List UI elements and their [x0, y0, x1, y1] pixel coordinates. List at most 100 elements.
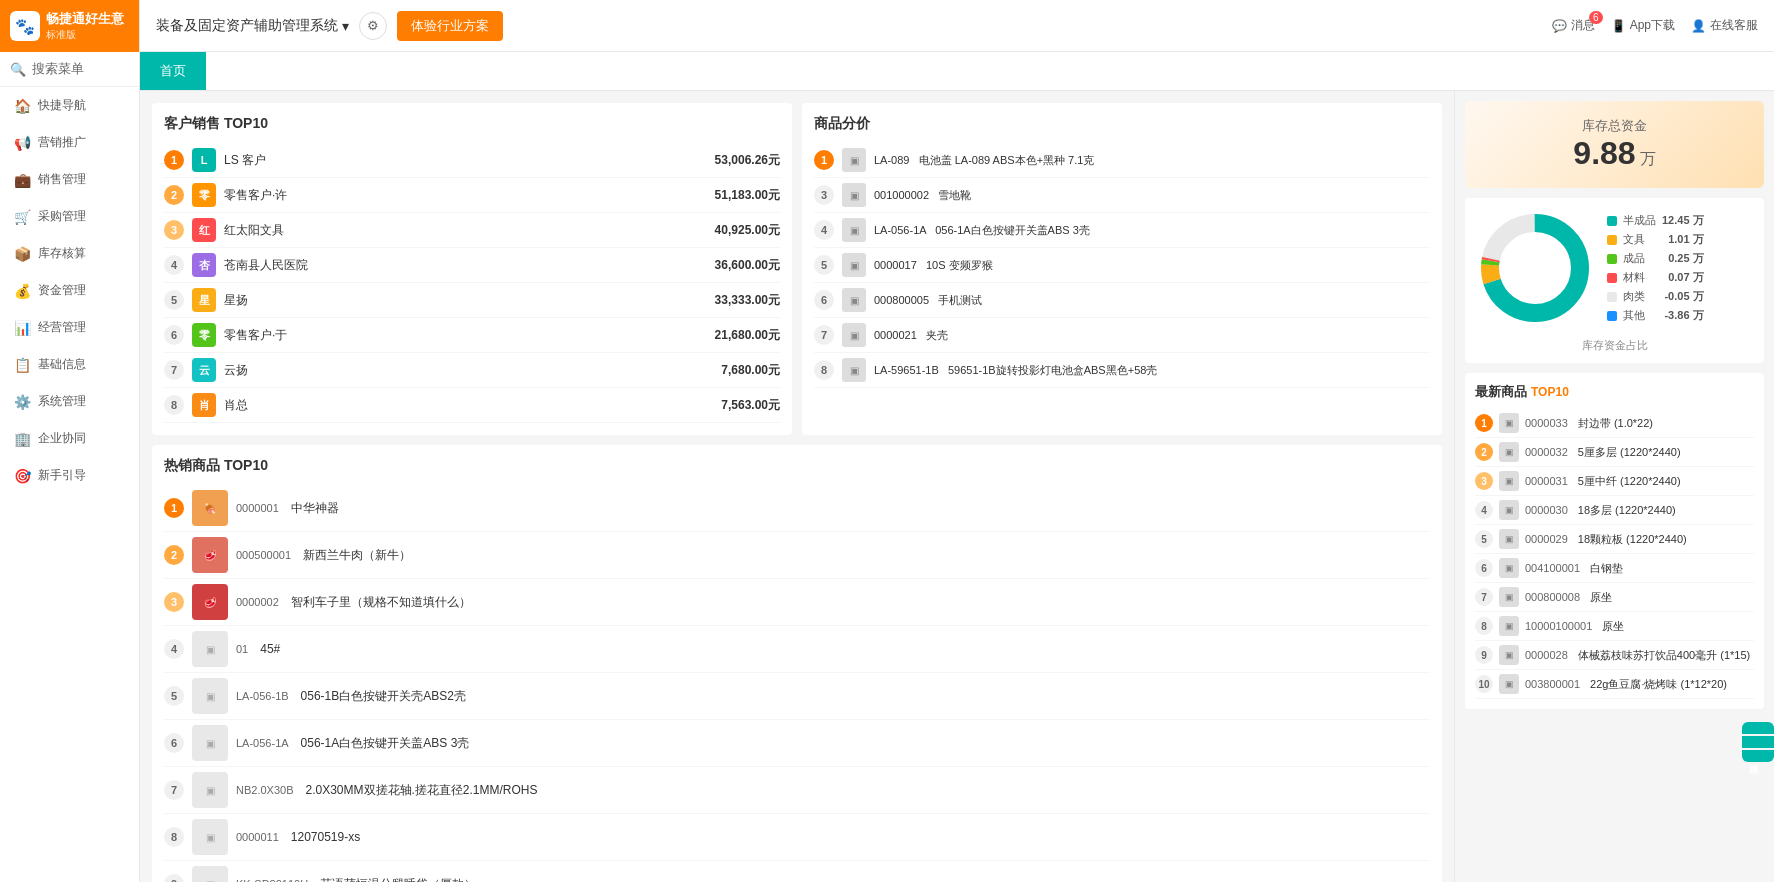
inventory-total-card: 库存总资金 9.88 万: [1465, 101, 1764, 188]
system-icon: ⚙️: [14, 394, 30, 410]
list-item: 8 ▣ 10000100001 原坐: [1475, 612, 1754, 641]
product-image: 🥩: [192, 537, 228, 573]
sidebar-item-finance[interactable]: 💰 资金管理: [0, 272, 139, 309]
list-item: 8 ▣ 0000011 12070519-xs: [164, 814, 1430, 861]
sidebar-item-enterprise[interactable]: 🏢 企业协同: [0, 420, 139, 457]
table-row: 3 ▣ 001000002 雪地靴: [814, 178, 1430, 213]
sidebar-item-shortcut[interactable]: 🏠 快捷导航: [0, 87, 139, 124]
legend-dot: [1607, 273, 1617, 283]
list-item: 3 ▣ 0000031 5厘中纤 (1220*2440): [1475, 467, 1754, 496]
rank-number: 4: [1475, 501, 1493, 519]
legend-item: 成品 0.25 万: [1607, 251, 1704, 266]
avatar: 红: [192, 218, 216, 242]
sidebar-item-guide[interactable]: 🎯 新手引导: [0, 457, 139, 494]
sidebar-item-operations[interactable]: 📊 经营管理: [0, 309, 139, 346]
rank-number: 7: [1475, 588, 1493, 606]
purchase-icon: 🛒: [14, 209, 30, 225]
product-icon: ▣: [1499, 558, 1519, 578]
service-icon: 👤: [1691, 19, 1706, 33]
table-row: 7 ▣ 0000021 夹壳: [814, 318, 1430, 353]
product-image: ▣: [192, 866, 228, 882]
top-panels: 客户销售 TOP10 1 L LS 客户 53,006.26元 2 零 零售客户: [152, 103, 1442, 435]
sales-icon: 💼: [14, 172, 30, 188]
rank-number: 1: [1475, 414, 1493, 432]
tab-home[interactable]: 首页: [140, 52, 206, 90]
chevron-down-icon: ▾: [342, 18, 349, 34]
donut-chart-container: 半成品 12.45 万 文具 1.01 万 成品 0.25 万: [1475, 208, 1754, 328]
legend-item: 其他 -3.86 万: [1607, 308, 1704, 323]
avatar: 云: [192, 358, 216, 382]
floating-live[interactable]: 直播: [1742, 750, 1774, 762]
table-row: 3 红 红太阳文具 40,925.00元: [164, 213, 780, 248]
rank-number: 7: [814, 325, 834, 345]
finance-icon: 💰: [14, 283, 30, 299]
logo-text: 畅捷通好生意 标准版: [46, 11, 124, 41]
table-row: 5 ▣ 0000017 10S 变频罗猴: [814, 248, 1430, 283]
app-download-button[interactable]: 📱 App下载: [1611, 17, 1675, 34]
table-row: 8 肖 肖总 7,563.00元: [164, 388, 780, 423]
list-item: 7 ▣ NB2.0X30B 2.0X30MM双搓花轴.搓花直径2.1MM/ROH…: [164, 767, 1430, 814]
rank-number: 9: [1475, 646, 1493, 664]
sidebar-item-marketing[interactable]: 📢 营销推广: [0, 124, 139, 161]
legend-dot: [1607, 216, 1617, 226]
product-icon: ▣: [842, 358, 866, 382]
list-item: 9 ▣ KK-SD22110H 花语萌恒温分腿睡袋（厚款）: [164, 861, 1430, 882]
legend-dot: [1607, 254, 1617, 264]
rank-number: 7: [164, 780, 184, 800]
product-ranking-list: 1 ▣ LA-089 电池盖 LA-089 ABS本色+黑种 7.1克 3 ▣ …: [814, 143, 1430, 388]
content-middle: 客户销售 TOP10 1 L LS 客户 53,006.26元 2 零 零售客户: [140, 91, 1454, 882]
trial-button[interactable]: 体验行业方案: [397, 11, 503, 41]
list-item: 1 ▣ 0000033 封边带 (1.0*22): [1475, 409, 1754, 438]
rank-number: 8: [164, 827, 184, 847]
messages-button[interactable]: 💬 消息 6: [1552, 17, 1595, 34]
guide-icon: 🎯: [14, 468, 30, 484]
sidebar: 🐾 畅捷通好生意 标准版 🔍 搜索菜单 🏠 快捷导航 📢 营销推广 💼 销售管理…: [0, 0, 140, 882]
list-item: 5 ▣ 0000029 18颗粒板 (1220*2440): [1475, 525, 1754, 554]
sidebar-item-system[interactable]: ⚙️ 系统管理: [0, 383, 139, 420]
floating-community[interactable]: 服务社区: [1742, 736, 1774, 748]
product-image: 🍖: [192, 490, 228, 526]
product-image: ▣: [192, 772, 228, 808]
sidebar-item-basic[interactable]: 📋 基础信息: [0, 346, 139, 383]
product-icon: ▣: [842, 218, 866, 242]
legend-item: 肉类 -0.05 万: [1607, 289, 1704, 304]
list-item: 3 🥩 0000002 智利车子里（规格不知道填什么）: [164, 579, 1430, 626]
system-title-dropdown[interactable]: 装备及固定资产辅助管理系统 ▾: [156, 17, 349, 35]
table-row: 6 ▣ 000800005 手机测试: [814, 283, 1430, 318]
rank-number: 6: [1475, 559, 1493, 577]
rank-number: 5: [164, 290, 184, 310]
settings-button[interactable]: ⚙: [359, 12, 387, 40]
floating-service-bar: 客服热线 服务社区 直播: [1742, 722, 1774, 762]
product-icon: ▣: [1499, 471, 1519, 491]
inventory-chart-section: 半成品 12.45 万 文具 1.01 万 成品 0.25 万: [1465, 198, 1764, 363]
search-menu[interactable]: 🔍 搜索菜单: [0, 52, 139, 87]
sidebar-item-inventory[interactable]: 📦 库存核算: [0, 235, 139, 272]
avatar: 星: [192, 288, 216, 312]
customer-ranking-panel: 客户销售 TOP10 1 L LS 客户 53,006.26元 2 零 零售客户: [152, 103, 792, 435]
list-item: 2 🥩 000500001 新西兰牛肉（新牛）: [164, 532, 1430, 579]
floating-customer-service[interactable]: 客服热线: [1742, 722, 1774, 734]
basic-icon: 📋: [14, 357, 30, 373]
rank-number: 1: [814, 150, 834, 170]
customer-ranking-title: 客户销售 TOP10: [164, 115, 780, 133]
list-item: 7 ▣ 000800008 原坐: [1475, 583, 1754, 612]
legend-dot: [1607, 235, 1617, 245]
legend-item: 材料 0.07 万: [1607, 270, 1704, 285]
legend-dot: [1607, 311, 1617, 321]
rank-number: 1: [164, 498, 184, 518]
product-icon: ▣: [842, 288, 866, 312]
sidebar-item-sales[interactable]: 💼 销售管理: [0, 161, 139, 198]
rank-number: 8: [1475, 617, 1493, 635]
rank-number: 6: [164, 733, 184, 753]
product-icon: ▣: [1499, 529, 1519, 549]
rank-number: 3: [164, 592, 184, 612]
sidebar-item-purchase[interactable]: 🛒 采购管理: [0, 198, 139, 235]
rank-number: 2: [164, 545, 184, 565]
message-icon: 💬: [1552, 19, 1567, 33]
donut-chart: [1475, 208, 1595, 328]
list-item: 5 ▣ LA-056-1B 056-1B白色按键开关壳ABS2壳: [164, 673, 1430, 720]
online-service-button[interactable]: 👤 在线客服: [1691, 17, 1758, 34]
list-item: 6 ▣ 004100001 白钢垫: [1475, 554, 1754, 583]
new-products-title: 最新商品 TOP10: [1475, 383, 1754, 401]
avatar: L: [192, 148, 216, 172]
